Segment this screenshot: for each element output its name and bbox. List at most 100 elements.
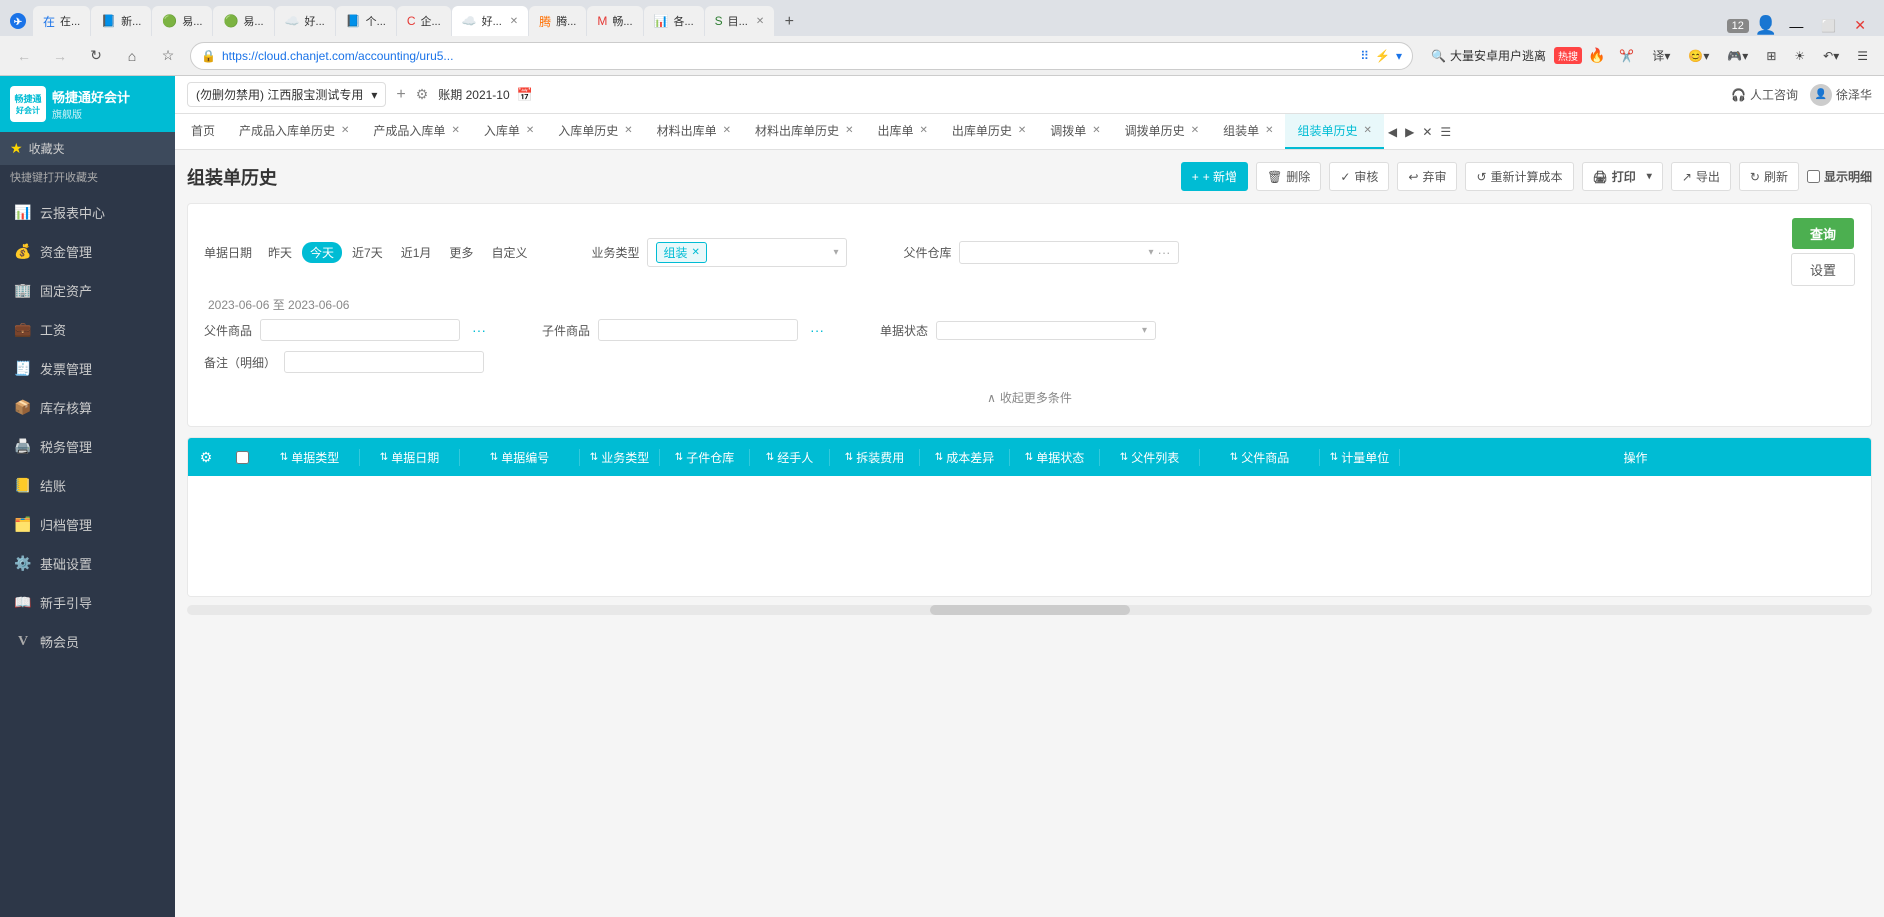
menu-icon[interactable]: ☰ — [1851, 47, 1874, 65]
parent-warehouse-select[interactable]: ▾ ··· — [959, 241, 1179, 264]
print-button[interactable]: 🖨 打印 ▾ — [1582, 162, 1663, 191]
parent-item-dots[interactable]: ··· — [472, 322, 486, 338]
tab-stock-in-history-close[interactable]: ✕ — [624, 125, 632, 136]
show-detail-checkbox[interactable]: 显示明细 — [1807, 168, 1872, 185]
profile-icon[interactable]: 👤 — [1755, 15, 1777, 36]
address-bar[interactable]: 🔒 https://cloud.chanjet.com/accounting/u… — [190, 42, 1413, 70]
reload-button[interactable]: ↻ — [82, 42, 110, 70]
sidebar-item-assets[interactable]: 🏢 固定资产 — [0, 271, 175, 310]
th-bill-type[interactable]: ⇅ 单据类型 — [260, 449, 360, 466]
undo-icon[interactable]: ↶▾ — [1817, 47, 1845, 65]
th-cost-diff[interactable]: ⇅ 成本差异 — [920, 449, 1010, 466]
tabs-scroll-left[interactable]: ◀ — [1384, 121, 1401, 143]
tab-stock-in-close[interactable]: ✕ — [526, 125, 534, 136]
sub-item-input[interactable] — [598, 319, 798, 341]
sidebar-item-invoice[interactable]: 🧾 发票管理 — [0, 349, 175, 388]
tab-1[interactable]: 在 在... — [33, 6, 90, 36]
date-btn-1month[interactable]: 近1月 — [393, 242, 440, 263]
nav-tab-assembly[interactable]: 组装单 ✕ — [1211, 114, 1285, 149]
search-box[interactable]: 🔍 大量安卓用户逃离 热搜 🔥 — [1431, 47, 1605, 64]
horizontal-scrollbar[interactable] — [187, 605, 1872, 615]
tab-2[interactable]: 📘 新... — [91, 6, 151, 36]
tabs-scroll-right[interactable]: ▶ — [1401, 121, 1418, 143]
company-selector[interactable]: (勿删勿禁用) 江西服宝测试专用 ▾ — [187, 82, 386, 107]
nav-tab-stock-in[interactable]: 入库单 ✕ — [472, 114, 546, 149]
nav-tab-home[interactable]: 首页 — [179, 114, 227, 149]
nav-tab-material-out-history[interactable]: 材料出库单历史 ✕ — [743, 114, 865, 149]
nav-tab-assembly-history[interactable]: 组装单历史 ✕ — [1285, 114, 1383, 149]
query-button[interactable]: 查询 — [1792, 218, 1854, 249]
note-text-input[interactable] — [293, 355, 475, 369]
th-settings[interactable]: ⚙ — [188, 449, 224, 466]
sidebar-item-tax[interactable]: 🖨️ 税务管理 — [0, 427, 175, 466]
tab-9[interactable]: 腾 腾... — [529, 6, 586, 36]
address-dropdown[interactable]: ▾ — [1396, 49, 1402, 63]
tab-transfer-history-close[interactable]: ✕ — [1191, 125, 1199, 136]
bookmark-button[interactable]: ☆ — [154, 42, 182, 70]
print-dropdown-icon[interactable]: ▾ — [1642, 171, 1652, 182]
parent-warehouse-more-icon[interactable]: ··· — [1157, 245, 1170, 260]
lightning-icon[interactable]: ⚡ — [1375, 49, 1390, 63]
date-btn-custom[interactable]: 自定义 — [483, 242, 535, 263]
tab-10[interactable]: M 畅... — [587, 6, 642, 36]
sun-icon[interactable]: ☀ — [1788, 47, 1811, 65]
tabs-menu[interactable]: ☰ — [1436, 121, 1455, 143]
business-type-tag-close[interactable]: ✕ — [691, 247, 699, 258]
sub-item-text-input[interactable] — [607, 323, 789, 337]
audit-button[interactable]: ✓ 审核 — [1329, 162, 1389, 191]
th-parent-item[interactable]: ⇅ 父件商品 — [1200, 449, 1320, 466]
sub-item-dots[interactable]: ··· — [810, 322, 824, 338]
tab-stock-out-close[interactable]: ✕ — [919, 125, 927, 136]
th-unit[interactable]: ⇅ 计量单位 — [1320, 449, 1400, 466]
export-button[interactable]: ↗ 导出 — [1671, 162, 1731, 191]
tab-assembly-close[interactable]: ✕ — [1265, 125, 1273, 136]
tab-8-close[interactable]: ✕ — [510, 16, 518, 27]
home-button[interactable]: ⌂ — [118, 42, 146, 70]
date-btn-7days[interactable]: 近7天 — [344, 242, 391, 263]
abandon-button[interactable]: ↩ 弃审 — [1397, 162, 1457, 191]
nav-tab-transfer[interactable]: 调拨单 ✕ — [1038, 114, 1112, 149]
new-button[interactable]: + + 新增 — [1181, 162, 1248, 191]
tab-produce-in-history-close[interactable]: ✕ — [341, 125, 349, 136]
collapse-button[interactable]: ∧ 收起更多条件 — [204, 383, 1855, 412]
sidebar-item-finance[interactable]: 💰 资金管理 — [0, 232, 175, 271]
date-btn-more[interactable]: 更多 — [441, 242, 481, 263]
delete-button[interactable]: 🗑 删除 — [1256, 162, 1321, 191]
date-btn-yesterday[interactable]: 昨天 — [260, 242, 300, 263]
tab-5[interactable]: ☁️ 好... — [275, 6, 335, 36]
tab-8[interactable]: ☁️ 好... ✕ — [452, 6, 529, 36]
set-button[interactable]: 设置 — [1791, 253, 1855, 286]
nav-tab-stock-out-history[interactable]: 出库单历史 ✕ — [940, 114, 1038, 149]
maximize-button[interactable]: ⬜ — [1815, 19, 1842, 33]
tab-3[interactable]: 🟢 易... — [152, 6, 212, 36]
tab-assembly-history-close[interactable]: ✕ — [1364, 125, 1372, 136]
translate-icon[interactable]: 译▾ — [1646, 45, 1676, 66]
emoji-icon[interactable]: 😊▾ — [1682, 47, 1715, 65]
minimize-button[interactable]: — — [1783, 18, 1809, 34]
th-bill-date[interactable]: ⇅ 单据日期 — [360, 449, 460, 466]
th-status[interactable]: ⇅ 单据状态 — [1010, 449, 1100, 466]
tab-transfer-close[interactable]: ✕ — [1092, 125, 1100, 136]
nav-tab-stock-out[interactable]: 出库单 ✕ — [865, 114, 939, 149]
select-all-checkbox[interactable] — [236, 451, 249, 464]
tab-4[interactable]: 🟢 易... — [213, 6, 273, 36]
th-parent-list[interactable]: ⇅ 父件列表 — [1100, 449, 1200, 466]
game-icon[interactable]: 🎮▾ — [1721, 47, 1754, 65]
sidebar-item-member[interactable]: V 畅会员 — [0, 622, 175, 661]
grid-icon[interactable]: ⊞ — [1760, 47, 1782, 65]
period-selector[interactable]: 账期 2021-10 📅 — [438, 86, 533, 103]
tab-produce-in-close[interactable]: ✕ — [451, 125, 459, 136]
th-biz-type[interactable]: ⇅ 业务类型 — [580, 449, 660, 466]
th-disassemble-fee[interactable]: ⇅ 拆装费用 — [830, 449, 920, 466]
th-bill-no[interactable]: ⇅ 单据编号 — [460, 449, 580, 466]
tab-6[interactable]: 📘 个... — [336, 6, 396, 36]
tab-material-out-history-close[interactable]: ✕ — [845, 125, 853, 136]
th-handler[interactable]: ⇅ 经手人 — [750, 449, 830, 466]
tab-7[interactable]: C 企... — [397, 6, 451, 36]
nav-tab-produce-in-history[interactable]: 产成品入库单历史 ✕ — [227, 114, 361, 149]
address-grid-icon[interactable]: ⠿ — [1360, 49, 1369, 63]
refresh-button[interactable]: ↻ 刷新 — [1739, 162, 1799, 191]
new-tab-button[interactable]: + — [775, 8, 803, 36]
support-btn[interactable]: 🎧 人工咨询 — [1731, 86, 1798, 103]
th-checkbox[interactable] — [224, 451, 260, 464]
